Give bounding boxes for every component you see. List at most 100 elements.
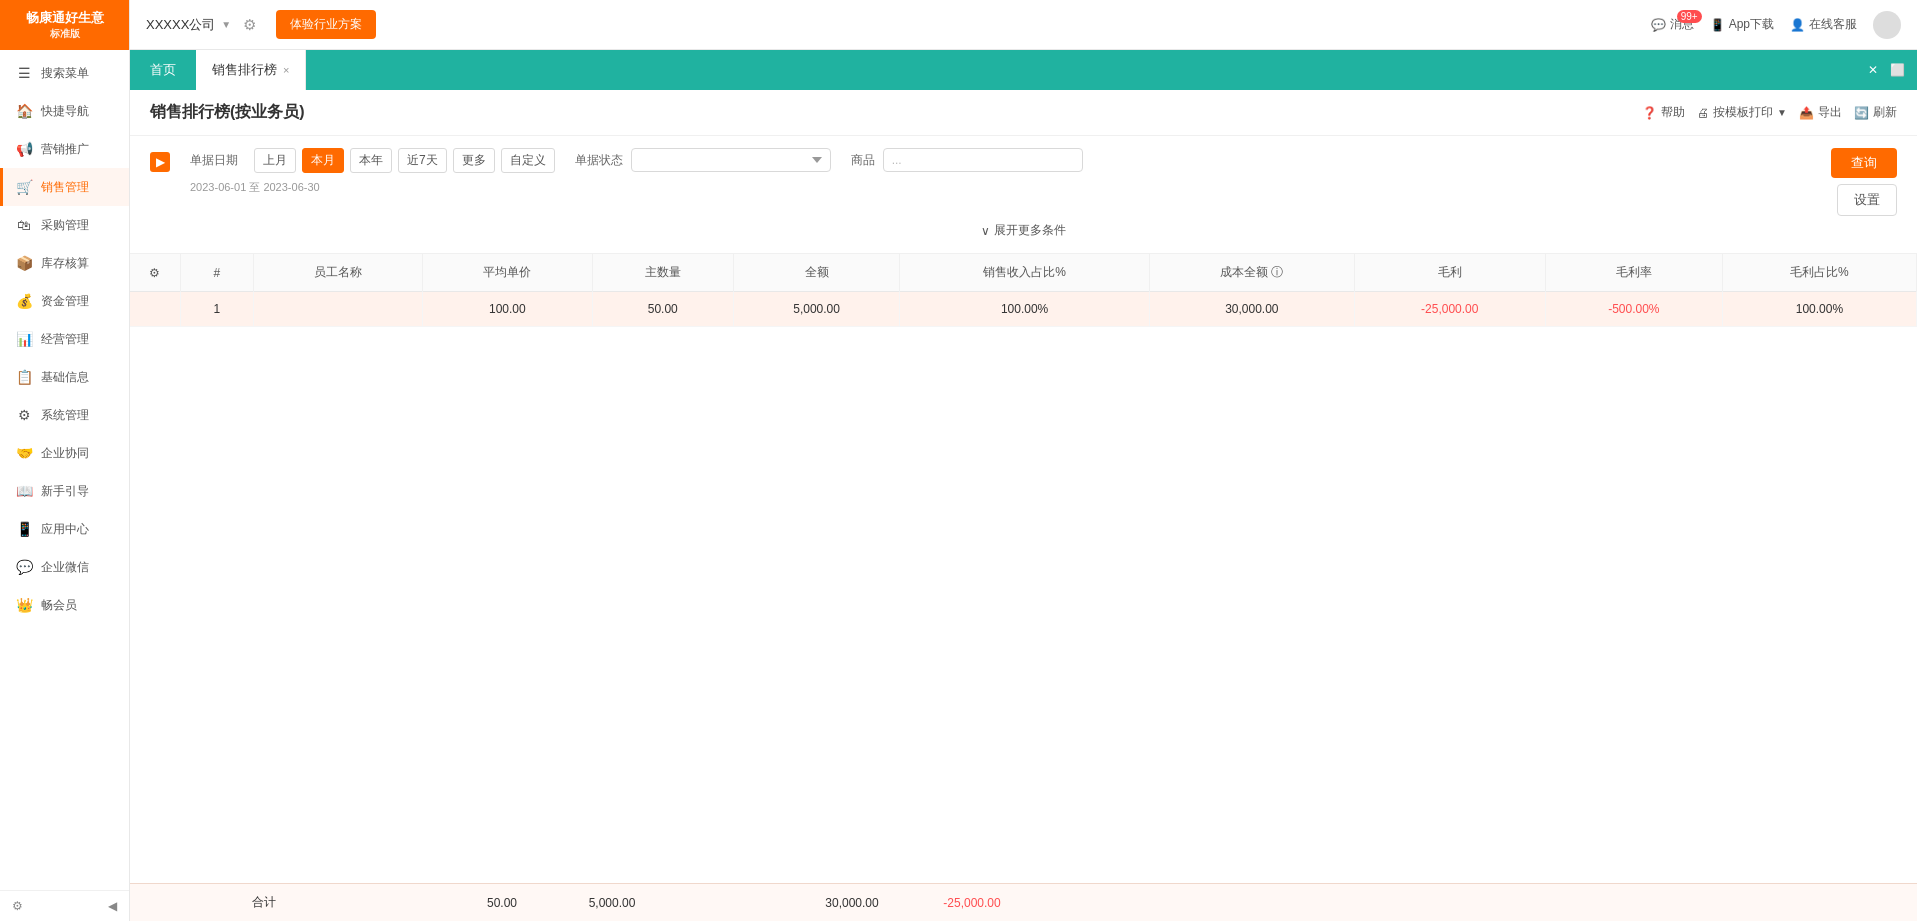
shortcut-icon: 🏠: [15, 102, 33, 120]
purchase-icon: 🛍: [15, 216, 33, 234]
print-btn[interactable]: 🖨 按模板打印 ▼: [1697, 104, 1787, 121]
refresh-btn[interactable]: 🔄 刷新: [1854, 104, 1897, 121]
sidebar-label-wechat: 企业微信: [41, 559, 89, 576]
query-btn[interactable]: 查询: [1831, 148, 1897, 178]
sidebar-label-finance: 资金管理: [41, 293, 89, 310]
company-selector[interactable]: XXXXX公司 ▼: [146, 16, 231, 34]
sidebar-item-member[interactable]: 👑 畅会员: [0, 586, 129, 624]
sidebar-label-operation: 经营管理: [41, 331, 89, 348]
basic-icon: 📋: [15, 368, 33, 386]
sidebar-item-system[interactable]: ⚙ 系统管理: [0, 396, 129, 434]
date-btn-本年[interactable]: 本年: [350, 148, 392, 173]
sidebar-item-apps[interactable]: 📱 应用中心: [0, 510, 129, 548]
date-btn-更多[interactable]: 更多: [453, 148, 495, 173]
cell-avg-price: 100.00: [423, 292, 592, 327]
maximize-icon[interactable]: ⬜: [1890, 63, 1905, 77]
service-icon: 👤: [1790, 18, 1805, 32]
print-dropdown-icon: ▼: [1777, 107, 1787, 118]
message-badge: 99+: [1677, 10, 1702, 23]
user-avatar[interactable]: [1873, 11, 1901, 39]
messages-btn[interactable]: 💬 消息 99+: [1651, 16, 1694, 33]
filter-toggle-icon[interactable]: ▶: [150, 152, 170, 172]
expand-label: 展开更多条件: [994, 222, 1066, 239]
th-settings[interactable]: ⚙: [130, 254, 180, 292]
help-icon: ❓: [1642, 106, 1657, 120]
sidebar-label-sales: 销售管理: [41, 179, 89, 196]
finance-icon: 💰: [15, 292, 33, 310]
expand-more-btn[interactable]: ∨ 展开更多条件: [981, 222, 1066, 239]
sidebar-item-sales[interactable]: 🛒 销售管理: [0, 168, 129, 206]
table-container: ⚙ # 员工名称 平均单价 主数量 全额 销售收入占比% 成本全额 ⓘ 毛利 毛…: [130, 254, 1917, 883]
th-rank: #: [180, 254, 253, 292]
sidebar-collapse-icon[interactable]: ◀: [108, 899, 117, 913]
filter-area: ▶ 单据日期 上月本月本年近7天更多自定义 2023-06-01 至 2023-…: [130, 136, 1917, 254]
sidebar-bottom: ⚙ ◀: [0, 890, 129, 921]
status-select[interactable]: [631, 148, 831, 172]
date-btn-上月[interactable]: 上月: [254, 148, 296, 173]
date-btn-本月[interactable]: 本月: [302, 148, 344, 173]
print-icon: 🖨: [1697, 106, 1709, 120]
app-download-label: App下载: [1729, 16, 1774, 33]
sidebar-item-operation[interactable]: 📊 经营管理: [0, 320, 129, 358]
sidebar: 畅康通好生意 标准版 ☰ 搜索菜单 🏠 快捷导航 📢 营销推广 🛒 销售管理 🛍…: [0, 0, 130, 921]
system-icon: ⚙: [15, 406, 33, 424]
date-btn-自定义[interactable]: 自定义: [501, 148, 555, 173]
tabbar-controls: ✕ ⬜: [1868, 63, 1917, 77]
date-filter-label: 单据日期: [190, 152, 238, 169]
date-btn-近7天[interactable]: 近7天: [398, 148, 447, 173]
th-amount: 全额: [733, 254, 899, 292]
settings-btn[interactable]: 设置: [1837, 184, 1897, 216]
date-range-display: 2023-06-01 至 2023-06-30: [190, 180, 555, 195]
tab-sales-ranking[interactable]: 销售排行榜 ×: [196, 50, 306, 90]
cell-amount: 5,000.00: [733, 292, 899, 327]
sidebar-label-member: 畅会员: [41, 597, 77, 614]
cell-gross-pct: 100.00%: [1722, 292, 1916, 327]
footer-gross: -25,000.00: [912, 896, 1032, 910]
chevron-down-icon: ▼: [221, 19, 231, 30]
app-download-btn[interactable]: 📱 App下载: [1710, 16, 1774, 33]
status-filter-group: 单据状态: [575, 148, 831, 172]
sidebar-item-purchase[interactable]: 🛍 采购管理: [0, 206, 129, 244]
cell-cost: 30,000.00: [1149, 292, 1354, 327]
th-qty: 主数量: [592, 254, 733, 292]
sidebar-item-guide[interactable]: 📖 新手引导: [0, 472, 129, 510]
sidebar-label-guide: 新手引导: [41, 483, 89, 500]
sidebar-settings-icon[interactable]: ⚙: [12, 899, 23, 913]
sidebar-item-inventory[interactable]: 📦 库存核算: [0, 244, 129, 282]
cell-revenue-pct: 100.00%: [900, 292, 1150, 327]
tab-close-icon[interactable]: ×: [283, 64, 289, 76]
sidebar-item-shortcut[interactable]: 🏠 快捷导航: [0, 92, 129, 130]
th-gross-rate: 毛利率: [1545, 254, 1722, 292]
sidebar-label-marketing: 营销推广: [41, 141, 89, 158]
search-icon: ☰: [15, 64, 33, 82]
trial-btn[interactable]: 体验行业方案: [276, 10, 376, 39]
cell-gross-rate: -500.00%: [1545, 292, 1722, 327]
footer-qty: 50.00: [452, 896, 552, 910]
sidebar-label-basic: 基础信息: [41, 369, 89, 386]
message-icon: 💬: [1651, 18, 1666, 32]
page-header: 销售排行榜(按业务员) ❓ 帮助 🖨 按模板打印 ▼ 📤 导出 🔄 刷新: [130, 90, 1917, 136]
app-subtitle: 标准版: [50, 27, 80, 41]
sidebar-item-marketing[interactable]: 📢 营销推广: [0, 130, 129, 168]
sidebar-item-finance[interactable]: 💰 资金管理: [0, 282, 129, 320]
sidebar-label-system: 系统管理: [41, 407, 89, 424]
date-options: 上月本月本年近7天更多自定义: [254, 148, 555, 173]
chevron-down-icon: ∨: [981, 224, 990, 238]
member-icon: 👑: [15, 596, 33, 614]
export-icon: 📤: [1799, 106, 1814, 120]
collab-icon: 🤝: [15, 444, 33, 462]
sidebar-item-collab[interactable]: 🤝 企业协同: [0, 434, 129, 472]
inventory-icon: 📦: [15, 254, 33, 272]
close-window-icon[interactable]: ✕: [1868, 63, 1878, 77]
export-btn[interactable]: 📤 导出: [1799, 104, 1842, 121]
settings-icon[interactable]: ⚙: [243, 16, 256, 34]
sidebar-item-wechat[interactable]: 💬 企业微信: [0, 548, 129, 586]
table-row: 1 100.00 50.00 5,000.00 100.00% 30,000.0…: [130, 292, 1917, 327]
goods-input-placeholder: ...: [892, 153, 902, 167]
page-title: 销售排行榜(按业务员): [150, 102, 305, 123]
tab-home[interactable]: 首页: [130, 50, 196, 90]
sidebar-item-search[interactable]: ☰ 搜索菜单: [0, 54, 129, 92]
online-service-btn[interactable]: 👤 在线客服: [1790, 16, 1857, 33]
help-btn[interactable]: ❓ 帮助: [1642, 104, 1685, 121]
sidebar-item-basic[interactable]: 📋 基础信息: [0, 358, 129, 396]
